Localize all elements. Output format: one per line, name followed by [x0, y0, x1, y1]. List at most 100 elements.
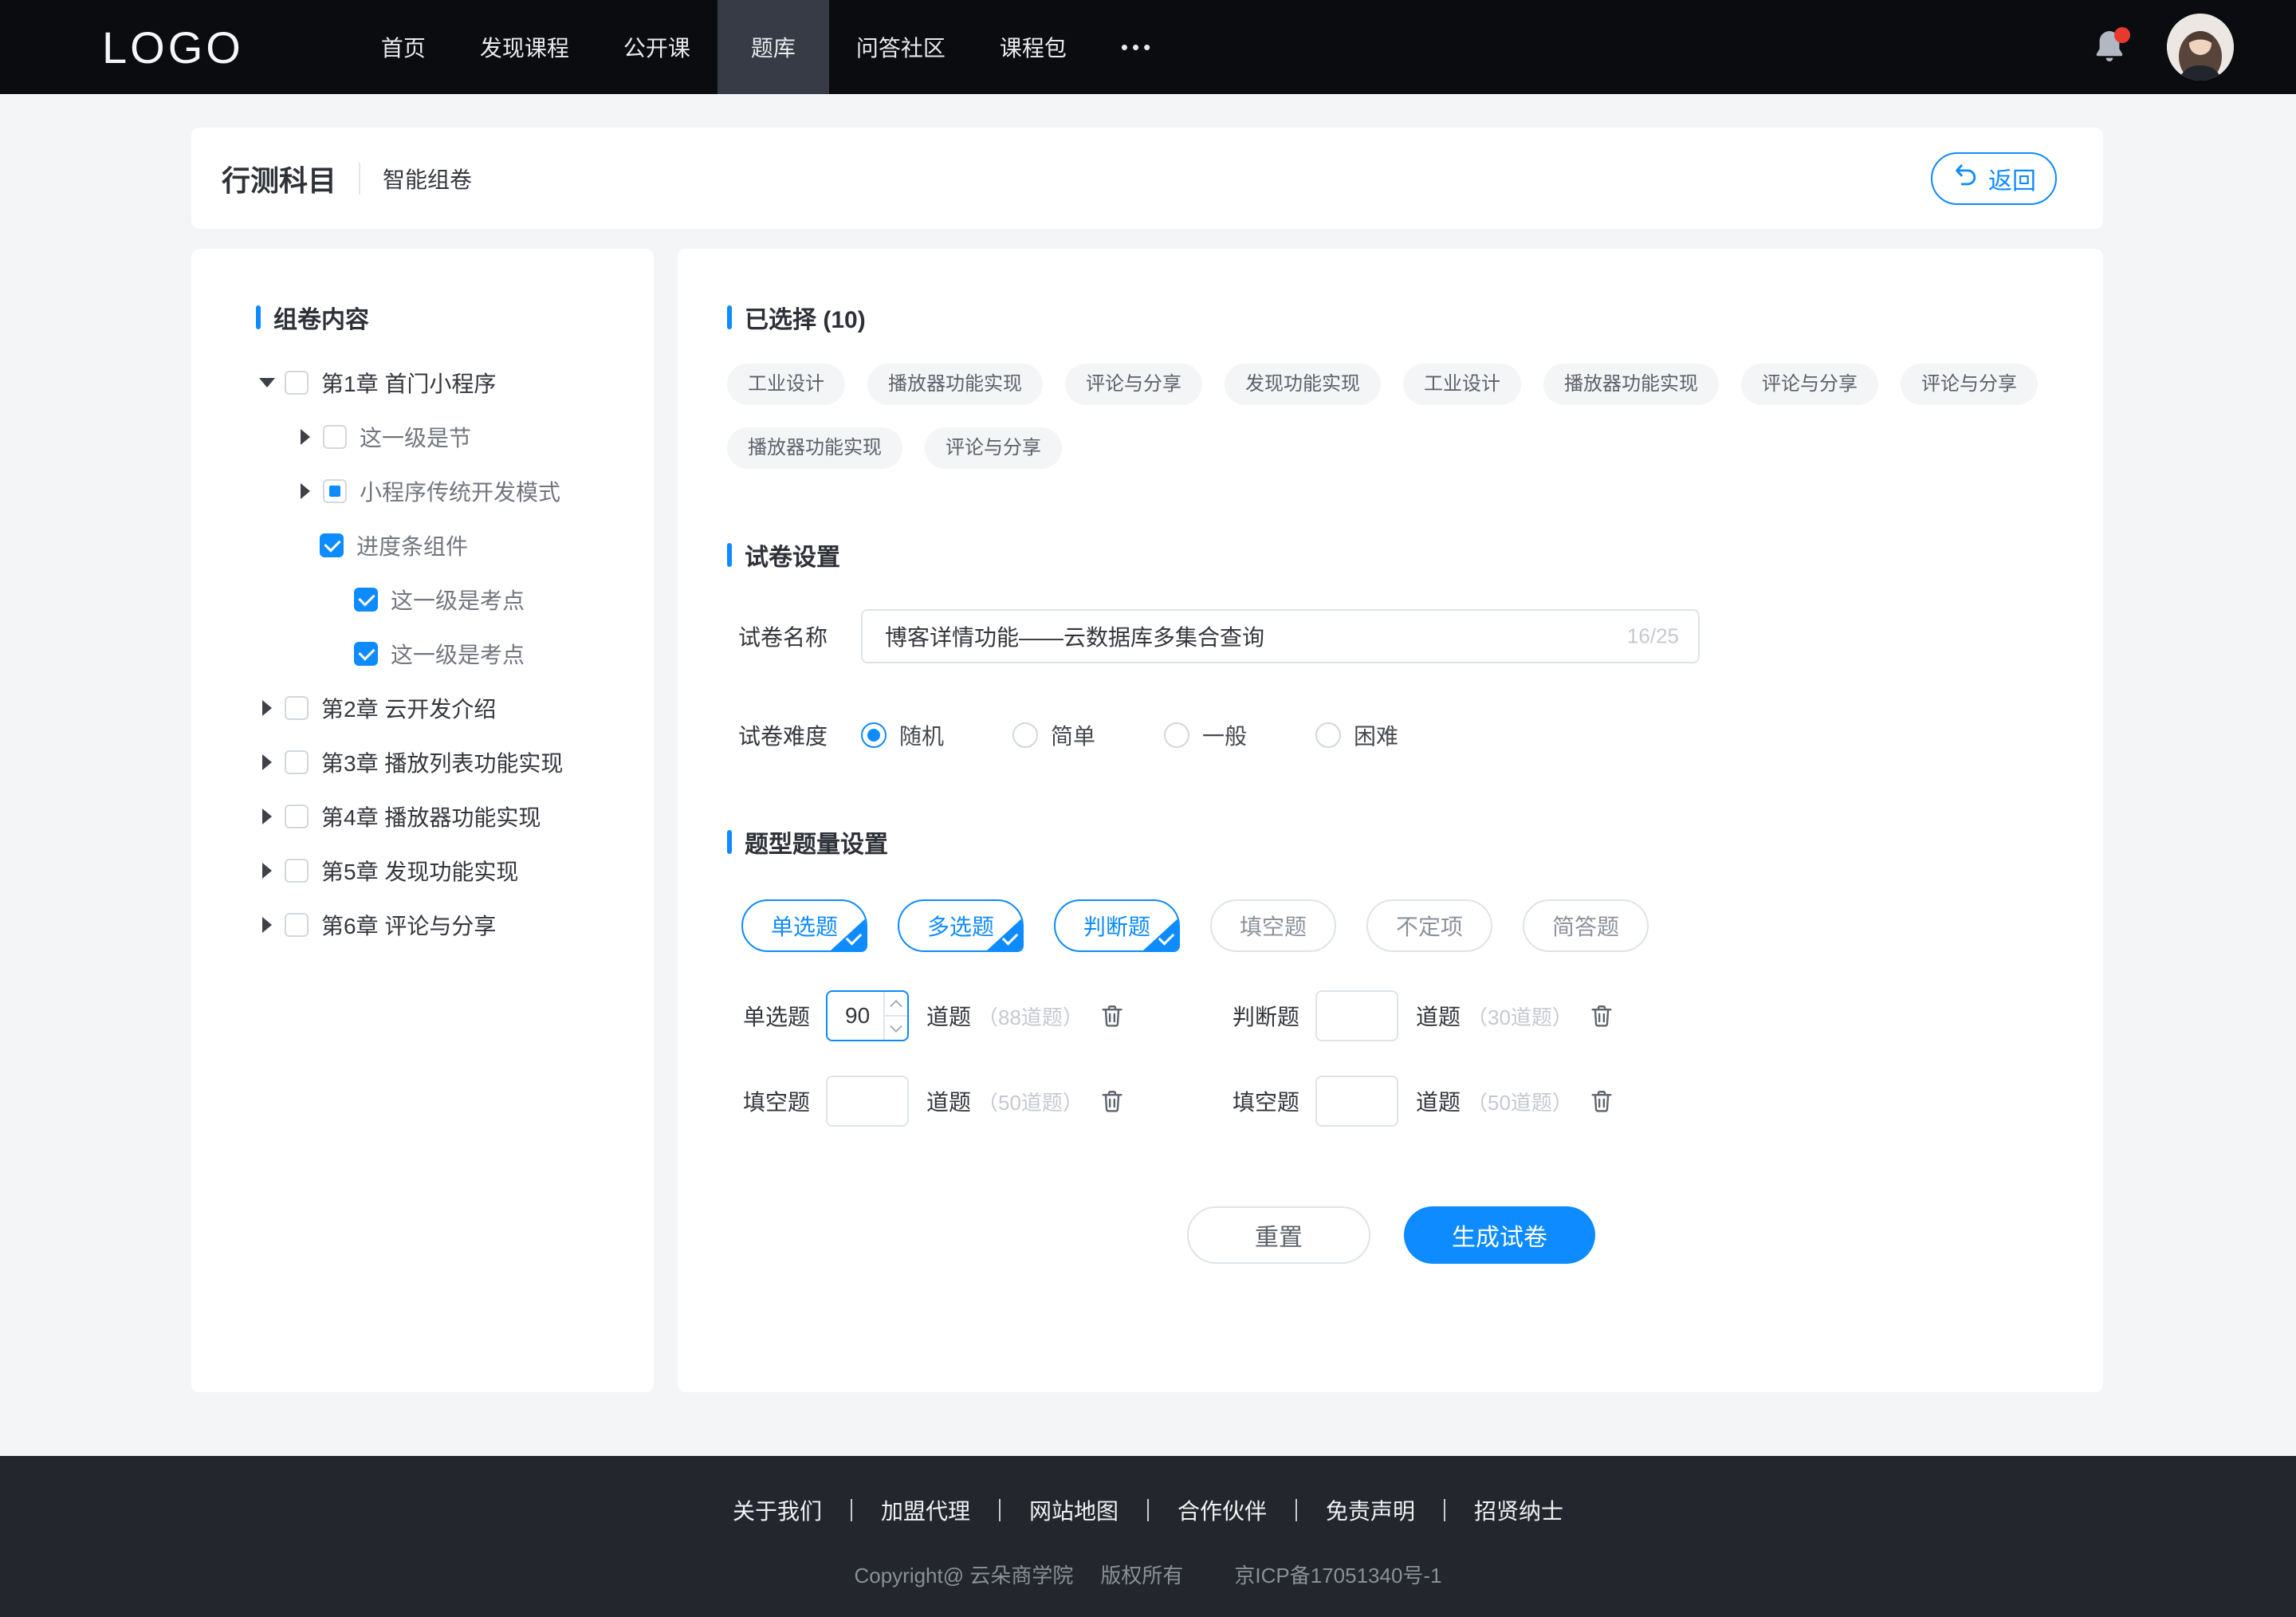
- tree-item-label: 第6章 评论与分享: [321, 914, 497, 938]
- user-avatar[interactable]: [2167, 14, 2234, 81]
- quantity-row-true-false: 判断题 道题 （30道题）: [1233, 990, 1616, 1041]
- footer-copyright: Copyright@ 云朵商学院 版权所有 京ICP备17051340号-1: [0, 1560, 2296, 1589]
- quantity-input[interactable]: [1317, 1077, 1397, 1125]
- selected-tag[interactable]: 工业设计: [1403, 364, 1521, 405]
- page-subtitle: 智能组卷: [383, 167, 473, 192]
- caret-right-icon[interactable]: [259, 700, 275, 716]
- generate-paper-button[interactable]: 生成试卷: [1404, 1206, 1595, 1264]
- trash-icon: [1102, 1091, 1122, 1112]
- nav-item-more[interactable]: •••: [1094, 0, 1181, 94]
- tree-item-label: 第5章 发现功能实现: [321, 860, 519, 884]
- checkbox-checked[interactable]: [320, 533, 344, 557]
- delete-row-button[interactable]: [1587, 1001, 1616, 1031]
- footer-link-careers[interactable]: 招贤纳士: [1445, 1494, 1592, 1526]
- caret-right-icon[interactable]: [297, 429, 313, 445]
- footer-link-agency[interactable]: 加盟代理: [852, 1494, 999, 1526]
- tree-item-chapter4[interactable]: 第4章 播放器功能实现: [191, 789, 654, 844]
- selected-tag[interactable]: 发现功能实现: [1225, 364, 1381, 405]
- checkbox-unchecked[interactable]: [323, 425, 347, 449]
- nav-item-discover-courses[interactable]: 发现课程: [453, 0, 596, 94]
- selected-tag[interactable]: 评论与分享: [1065, 364, 1202, 405]
- checkbox-unchecked[interactable]: [285, 913, 309, 937]
- radio-easy[interactable]: 简单: [1012, 719, 1095, 751]
- radio-medium[interactable]: 一般: [1164, 719, 1247, 751]
- delete-row-button[interactable]: [1098, 1001, 1126, 1031]
- nav-item-question-bank[interactable]: 题库: [717, 0, 829, 94]
- checkbox-checked[interactable]: [354, 588, 378, 612]
- type-button-fill-blank[interactable]: 填空题: [1210, 899, 1336, 952]
- logo[interactable]: LOGO: [102, 22, 244, 73]
- type-button-indefinite[interactable]: 不定项: [1366, 899, 1492, 952]
- blue-bar-icon: [727, 543, 732, 567]
- top-navbar: LOGO 首页 发现课程 公开课 题库 问答社区 课程包 •••: [0, 0, 2296, 94]
- tree-item-label: 第1章 首门小程序: [321, 372, 497, 396]
- tree-item-section[interactable]: 这一级是节: [191, 410, 654, 464]
- tree-item-chapter2[interactable]: 第2章 云开发介绍: [191, 681, 654, 735]
- tree-item-chapter5[interactable]: 第5章 发现功能实现: [191, 844, 654, 898]
- nav-item-label: 公开课: [623, 36, 690, 61]
- type-button-true-false[interactable]: 判断题: [1054, 899, 1180, 952]
- type-button-multi-choice[interactable]: 多选题: [898, 899, 1024, 952]
- selected-tag[interactable]: 评论与分享: [925, 427, 1062, 469]
- caret-right-icon[interactable]: [259, 808, 275, 824]
- nav-item-course-package[interactable]: 课程包: [973, 0, 1094, 94]
- checkbox-unchecked[interactable]: [285, 371, 309, 395]
- quantity-label: 单选题: [743, 1005, 811, 1029]
- type-button-single-choice[interactable]: 单选题: [741, 899, 867, 952]
- nav-item-open-courses[interactable]: 公开课: [596, 0, 718, 94]
- caret-right-icon[interactable]: [259, 754, 275, 770]
- spinner-up-icon[interactable]: [885, 992, 907, 1017]
- tree-item-chapter1[interactable]: 第1章 首门小程序: [191, 356, 654, 410]
- type-button-label: 判断题: [1083, 915, 1150, 939]
- quantity-unit: 道题: [1416, 1005, 1461, 1029]
- tree-item-chapter3[interactable]: 第3章 播放列表功能实现: [191, 735, 654, 789]
- selected-tag[interactable]: 播放器功能实现: [867, 364, 1043, 405]
- back-button[interactable]: 返回: [1931, 151, 2057, 205]
- tree-item-lesson[interactable]: 进度条组件: [191, 518, 654, 572]
- nav-item-home[interactable]: 首页: [354, 0, 453, 94]
- caret-right-icon[interactable]: [297, 483, 313, 499]
- radio-hard[interactable]: 困难: [1315, 719, 1398, 751]
- tree-item-section[interactable]: 小程序传统开发模式: [191, 464, 654, 518]
- selected-tags: 工业设计 播放器功能实现 评论与分享 发现功能实现 工业设计 播放器功能实现 评…: [727, 364, 2050, 469]
- caret-right-icon[interactable]: [259, 917, 275, 933]
- page-title: 行测科目: [222, 163, 337, 197]
- caret-right-icon[interactable]: [259, 863, 275, 879]
- checkbox-unchecked[interactable]: [285, 750, 309, 774]
- quantity-input-box: [1315, 990, 1398, 1041]
- selected-tag[interactable]: 播放器功能实现: [1543, 364, 1719, 405]
- notification-bell-button[interactable]: [2090, 27, 2130, 67]
- radio-random[interactable]: 随机: [861, 719, 944, 751]
- checkbox-checked[interactable]: [354, 642, 378, 666]
- reset-button[interactable]: 重置: [1187, 1206, 1370, 1264]
- footer-link-sitemap[interactable]: 网站地图: [1001, 1494, 1147, 1526]
- footer-link-about[interactable]: 关于我们: [704, 1494, 851, 1526]
- selected-tag[interactable]: 评论与分享: [1741, 364, 1878, 405]
- tree-item-knowledge-point[interactable]: 这一级是考点: [191, 572, 654, 627]
- delete-row-button[interactable]: [1587, 1086, 1616, 1116]
- checkbox-unchecked[interactable]: [285, 805, 309, 828]
- tree-item-knowledge-point[interactable]: 这一级是考点: [191, 627, 654, 681]
- paper-name-input[interactable]: [861, 609, 1700, 663]
- caret-down-icon[interactable]: [259, 378, 275, 388]
- checkbox-unchecked[interactable]: [285, 859, 309, 883]
- selected-title-label: 已选择 (10): [745, 307, 866, 333]
- tree-item-chapter6[interactable]: 第6章 评论与分享: [191, 898, 654, 952]
- nav-item-qa-community[interactable]: 问答社区: [829, 0, 973, 94]
- checkbox-unchecked[interactable]: [285, 696, 309, 720]
- selected-tag[interactable]: 工业设计: [727, 364, 845, 405]
- delete-row-button[interactable]: [1098, 1086, 1126, 1116]
- spinner-down-icon[interactable]: [885, 1017, 907, 1040]
- footer-link-partners[interactable]: 合作伙伴: [1149, 1494, 1295, 1526]
- selected-tag[interactable]: 播放器功能实现: [727, 427, 902, 469]
- quantity-unit: 道题: [926, 1005, 972, 1029]
- footer-links: 关于我们 加盟代理 网站地图 合作伙伴 免责声明 招贤纳士: [0, 1456, 2296, 1526]
- quantity-input[interactable]: [828, 1077, 907, 1125]
- footer-link-disclaimer[interactable]: 免责声明: [1297, 1494, 1444, 1526]
- trash-icon: [1102, 1005, 1122, 1027]
- checkbox-indeterminate[interactable]: [323, 479, 347, 503]
- type-button-short-answer[interactable]: 简答题: [1523, 899, 1649, 952]
- nav-item-label: 问答社区: [855, 36, 946, 61]
- selected-tag[interactable]: 评论与分享: [1901, 364, 2038, 405]
- quantity-input[interactable]: [1317, 992, 1397, 1040]
